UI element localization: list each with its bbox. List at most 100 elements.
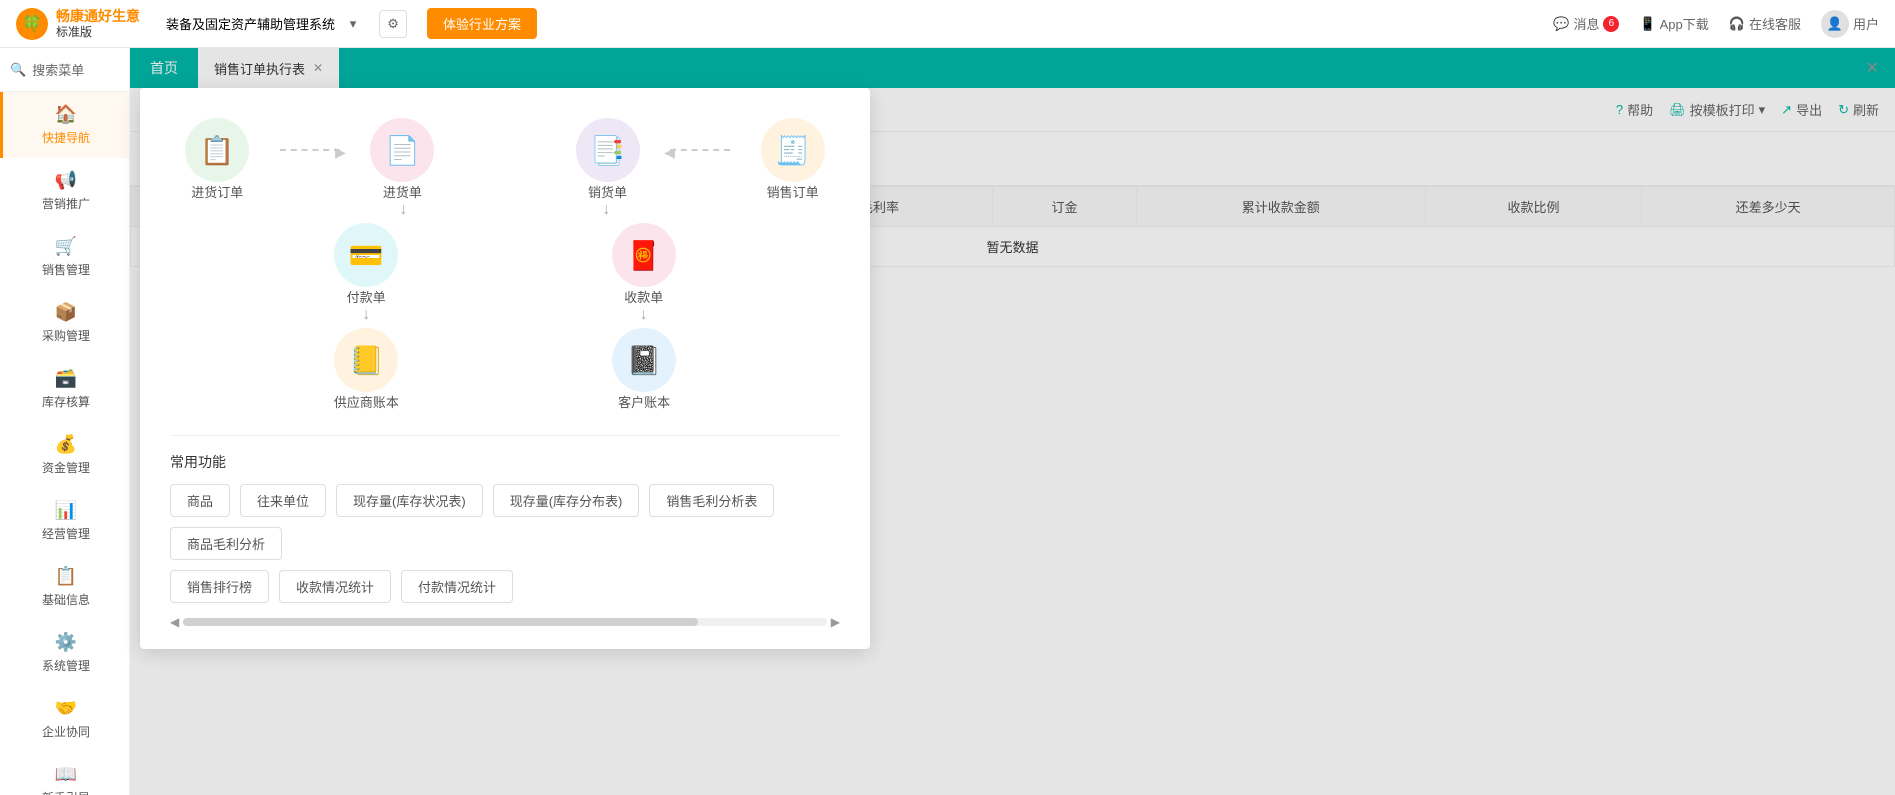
- header-right: 💬 消息 6 📱 App下载 🎧 在线客服 👤 用户: [1553, 10, 1879, 38]
- node-purchase-bill: 📄 进货单: [370, 118, 434, 201]
- node-purchase-order: 📋 进货订单: [185, 118, 249, 201]
- scroll-left-btn[interactable]: ◀: [170, 615, 179, 629]
- purchase-icon: 📦: [55, 302, 77, 323]
- cf-btn-payment-stats[interactable]: 付款情况统计: [401, 570, 513, 603]
- scrollbar-thumb: [183, 618, 698, 626]
- node-payment-bill: 💳 付款单: [334, 223, 398, 306]
- down-arrow-receipt: ↓: [640, 306, 648, 324]
- node-receipt-bill: 🧧 收款单: [612, 223, 676, 306]
- payment-bill-label: 付款单: [347, 287, 386, 306]
- purchase-bill-label: 进货单: [383, 182, 422, 201]
- purchase-order-circle[interactable]: 📋: [185, 118, 249, 182]
- purchase-order-icon: 📋: [200, 134, 235, 167]
- inventory-icon: 🗃️: [55, 368, 77, 389]
- app-download-btn[interactable]: 📱 App下载: [1639, 14, 1708, 33]
- experience-btn[interactable]: 体验行业方案: [427, 8, 537, 39]
- modal-scrollbar: ◀ ▶: [170, 615, 840, 629]
- node-sales-bill: 📑 销货单: [576, 118, 640, 201]
- guide-icon: 📖: [55, 764, 77, 785]
- down-arrow-pb: ↓: [400, 201, 408, 219]
- purchase-bill-circle[interactable]: 📄: [370, 118, 434, 182]
- flow-mid-row: 💳 付款单 🧧 收款单: [170, 223, 840, 306]
- user-btn[interactable]: 👤 用户: [1821, 10, 1879, 38]
- cf-btn-stock-dist[interactable]: 现存量(库存分布表): [493, 484, 640, 517]
- quick-nav-icon: 🏠: [55, 104, 77, 125]
- supplier-account-label: 供应商账本: [334, 392, 399, 411]
- down-arrow-sb: ↓: [602, 201, 610, 219]
- flow-diagram: 📋 进货订单 ▶ 📄 进货单: [170, 118, 840, 411]
- flow-bottom-row: 📒 供应商账本 📓 客户账本: [170, 328, 840, 411]
- sales-icon: 🛒: [55, 236, 77, 257]
- search-menu-btn[interactable]: 🔍 搜索菜单: [0, 48, 129, 92]
- sidebar-item-finance[interactable]: 💰 资金管理: [0, 422, 129, 488]
- system-icon: ⚙️: [55, 632, 77, 653]
- sales-bill-icon: 📑: [590, 134, 625, 167]
- scrollbar-track[interactable]: [183, 618, 827, 626]
- cf-buttons-row2: 销售排行榜 收款情况统计 付款情况统计: [170, 570, 840, 603]
- sidebar-item-marketing[interactable]: 📢 营销推广: [0, 158, 129, 224]
- message-btn[interactable]: 💬 消息 6: [1553, 14, 1619, 33]
- online-service-btn[interactable]: 🎧 在线客服: [1729, 14, 1801, 33]
- message-icon: 💬: [1553, 16, 1569, 32]
- cf-btn-goods[interactable]: 商品: [170, 484, 230, 517]
- basic-info-icon: 📋: [55, 566, 77, 587]
- customer-account-label: 客户账本: [618, 392, 670, 411]
- sidebar-item-operations[interactable]: 📊 经营管理: [0, 488, 129, 554]
- top-header: 🍀 畅康通好生意 标准版 装备及固定资产辅助管理系统 ▾ ⚙ 体验行业方案 💬 …: [0, 0, 1895, 48]
- service-icon: 🎧: [1729, 16, 1745, 32]
- logo-icon: 🍀: [16, 8, 48, 40]
- supplier-account-circle[interactable]: 📒: [334, 328, 398, 392]
- common-functions-title: 常用功能: [170, 452, 840, 472]
- finance-icon: 💰: [55, 434, 77, 455]
- cf-btn-stock-status[interactable]: 现存量(库存状况表): [336, 484, 483, 517]
- receipt-bill-label: 收款单: [624, 287, 663, 306]
- payment-bill-icon: 💳: [349, 239, 384, 272]
- cf-btn-sales-rank[interactable]: 销售排行榜: [170, 570, 269, 603]
- receipt-bill-icon: 🧧: [626, 239, 661, 272]
- common-functions: 常用功能 商品 往来单位 现存量(库存状况表) 现存量(库存分布表) 销售毛利分…: [170, 435, 840, 603]
- purchase-bill-icon: 📄: [385, 134, 420, 167]
- scroll-right-btn[interactable]: ▶: [831, 615, 840, 629]
- sidebar-item-guide[interactable]: 📖 新手引导: [0, 752, 129, 795]
- sales-order-circle[interactable]: 🧾: [761, 118, 825, 182]
- logo-text: 畅康通好生意 标准版: [56, 7, 140, 41]
- receipt-bill-circle[interactable]: 🧧: [612, 223, 676, 287]
- flow-top-row: 📋 进货订单 ▶ 📄 进货单: [170, 118, 840, 201]
- sales-bill-label: 销货单: [588, 182, 627, 201]
- settings-btn[interactable]: ⚙: [379, 10, 407, 38]
- sidebar-item-basic-info[interactable]: 📋 基础信息: [0, 554, 129, 620]
- marketing-icon: 📢: [55, 170, 77, 191]
- down-arrow-payment: ↓: [362, 306, 370, 324]
- cf-buttons-row1: 商品 往来单位 现存量(库存状况表) 现存量(库存分布表) 销售毛利分析表 商品…: [170, 484, 840, 560]
- cf-btn-partners[interactable]: 往来单位: [240, 484, 326, 517]
- flow-down-arrows-2: ↓ ↓: [170, 306, 840, 324]
- sidebar: 🔍 搜索菜单 🏠 快捷导航 📢 营销推广 🛒 销售管理 📦 采购管理 🗃️ 库存…: [0, 48, 130, 795]
- sidebar-item-sales[interactable]: 🛒 销售管理: [0, 224, 129, 290]
- node-sales-order: 🧾 销售订单: [761, 118, 825, 201]
- system-dropdown-btn[interactable]: ▾: [343, 14, 363, 34]
- app-icon: 📱: [1639, 16, 1655, 32]
- arrow-po-to-pb: ▶: [280, 149, 340, 151]
- cf-btn-sales-gross[interactable]: 销售毛利分析表: [649, 484, 774, 517]
- collab-icon: 🤝: [55, 698, 77, 719]
- sidebar-item-purchase[interactable]: 📦 采购管理: [0, 290, 129, 356]
- node-supplier-account: 📒 供应商账本: [334, 328, 399, 411]
- sidebar-item-inventory[interactable]: 🗃️ 库存核算: [0, 356, 129, 422]
- system-title: 装备及固定资产辅助管理系统 ▾ ⚙ 体验行业方案: [146, 8, 1553, 39]
- sidebar-item-collab[interactable]: 🤝 企业协同: [0, 686, 129, 752]
- payment-bill-circle[interactable]: 💳: [334, 223, 398, 287]
- cf-btn-goods-gross[interactable]: 商品毛利分析: [170, 527, 282, 560]
- customer-account-icon: 📓: [627, 344, 662, 377]
- modal-overlay: 📋 进货订单 ▶ 📄 进货单: [130, 48, 1895, 795]
- system-name: 装备及固定资产辅助管理系统: [166, 14, 335, 33]
- customer-account-circle[interactable]: 📓: [612, 328, 676, 392]
- node-customer-account: 📓 客户账本: [612, 328, 676, 411]
- arrow-so-to-sb: ◀: [670, 149, 730, 151]
- message-badge: 6: [1603, 16, 1619, 32]
- sales-bill-circle[interactable]: 📑: [576, 118, 640, 182]
- cf-btn-receipt-stats[interactable]: 收款情况统计: [279, 570, 391, 603]
- purchase-order-label: 进货订单: [191, 182, 243, 201]
- sidebar-item-quick-nav[interactable]: 🏠 快捷导航: [0, 92, 129, 158]
- logo-area: 🍀 畅康通好生意 标准版: [16, 7, 146, 41]
- sidebar-item-system[interactable]: ⚙️ 系统管理: [0, 620, 129, 686]
